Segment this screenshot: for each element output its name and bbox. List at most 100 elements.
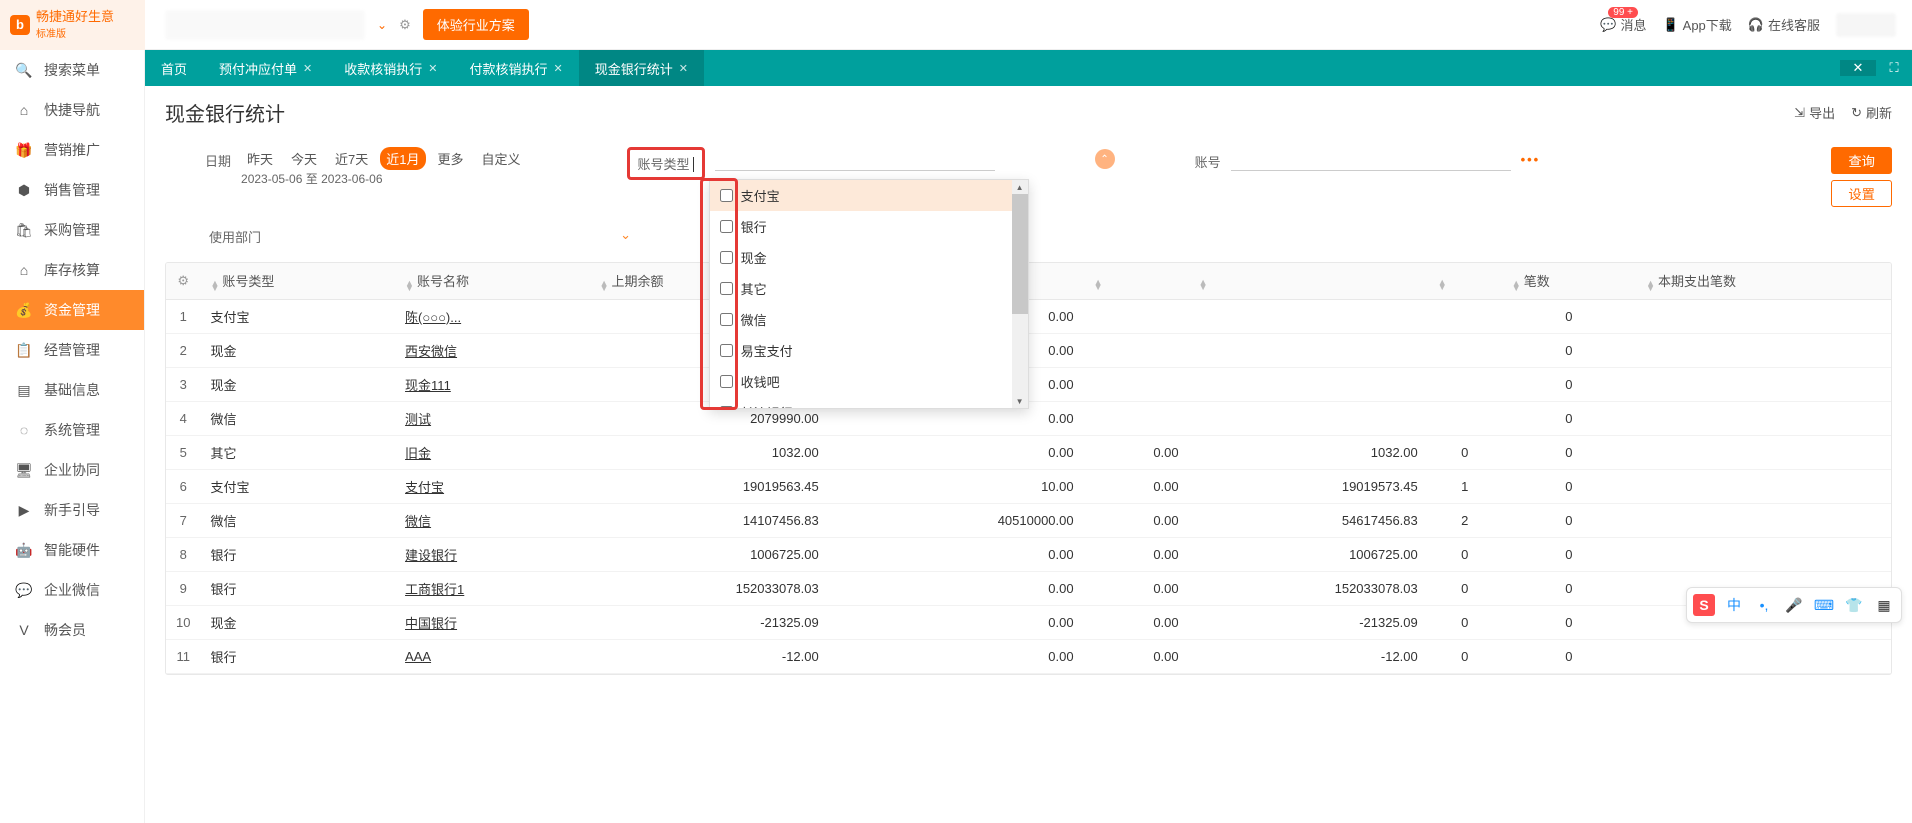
sidebar-item-6[interactable]: 💰资金管理 — [0, 290, 144, 330]
sidebar-item-4[interactable]: 🛍采购管理 — [0, 210, 144, 250]
close-icon[interactable]: ✕ — [554, 62, 563, 75]
date-opt-3[interactable]: 近1月 — [380, 147, 425, 170]
date-opt-4[interactable]: 更多 — [432, 147, 470, 170]
ime-keyboard-icon[interactable]: ⌨ — [1813, 594, 1835, 616]
dropdown-item-7[interactable]: 长沙银行 — [710, 397, 1012, 408]
scroll-down-icon[interactable]: ▼ — [1012, 394, 1028, 408]
acct-no-input[interactable] — [1231, 147, 1511, 171]
acct-name-link[interactable]: 工商银行1 — [405, 582, 464, 597]
sort-icon[interactable]: ▲▼ — [1199, 280, 1208, 290]
column-header-6[interactable]: ▲▼ — [1428, 263, 1502, 300]
date-opt-2[interactable]: 近7天 — [329, 147, 374, 170]
tab-1[interactable]: 预付冲应付单✕ — [203, 50, 328, 86]
dropdown-item-6[interactable]: 收钱吧 — [710, 366, 1012, 397]
ime-punct-icon[interactable]: •, — [1753, 594, 1775, 616]
acct-name-link[interactable]: 建设银行 — [405, 548, 457, 563]
sidebar-item-14[interactable]: V畅会员 — [0, 610, 144, 650]
acct-name-link[interactable]: 中国银行 — [405, 616, 457, 631]
sort-icon[interactable]: ▲▼ — [210, 281, 219, 291]
column-header-0[interactable]: ▲▼账号类型 — [200, 263, 395, 300]
tab-0[interactable]: 首页 — [145, 50, 203, 86]
sidebar-item-3[interactable]: ⬢销售管理 — [0, 170, 144, 210]
dept-select[interactable]: ⌄ — [271, 227, 631, 243]
chevron-down-icon[interactable]: ⌄ — [377, 18, 387, 32]
sidebar-item-8[interactable]: ▤基础信息 — [0, 370, 144, 410]
dropdown-item-5[interactable]: 易宝支付 — [710, 335, 1012, 366]
sidebar-item-11[interactable]: ▶新手引导 — [0, 490, 144, 530]
messages-link[interactable]: 💬 99 + 消息 — [1600, 15, 1646, 34]
more-dots-icon[interactable]: ••• — [1521, 152, 1541, 167]
filter-settings-button[interactable]: 设置 — [1831, 180, 1892, 207]
acct-type-input[interactable] — [715, 147, 995, 171]
sort-icon[interactable]: ▲▼ — [1646, 281, 1655, 291]
industry-button[interactable]: 体验行业方案 — [423, 9, 529, 40]
date-opt-0[interactable]: 昨天 — [241, 147, 279, 170]
sidebar-item-12[interactable]: 🤖智能硬件 — [0, 530, 144, 570]
export-button[interactable]: ⇲导出 — [1794, 103, 1835, 122]
ime-logo-icon[interactable]: S — [1693, 594, 1715, 616]
sidebar-item-0[interactable]: 🔍搜索菜单 — [0, 50, 144, 90]
tab-4[interactable]: 现金银行统计✕ — [579, 50, 704, 86]
sidebar-item-13[interactable]: 💬企业微信 — [0, 570, 144, 610]
dropdown-scrollbar[interactable]: ▲ ▼ — [1012, 180, 1028, 408]
acct-name-link[interactable]: 支付宝 — [405, 480, 444, 495]
refresh-button[interactable]: ↻刷新 — [1851, 103, 1892, 122]
sort-icon[interactable]: ▲▼ — [1094, 280, 1103, 290]
dropdown-checkbox[interactable] — [720, 251, 733, 264]
ime-skin-icon[interactable]: 👕 — [1843, 594, 1865, 616]
column-header-4[interactable]: ▲▼ — [1084, 263, 1189, 300]
sidebar-item-2[interactable]: 🎁营销推广 — [0, 130, 144, 170]
acct-name-link[interactable]: 旧金 — [405, 446, 431, 461]
close-icon[interactable]: ✕ — [679, 62, 688, 75]
sidebar-item-7[interactable]: 📋经营管理 — [0, 330, 144, 370]
date-opt-1[interactable]: 今天 — [285, 147, 323, 170]
ime-mic-icon[interactable]: 🎤 — [1783, 594, 1805, 616]
dropdown-checkbox[interactable] — [720, 189, 733, 202]
dropdown-item-2[interactable]: 现金 — [710, 242, 1012, 273]
query-button[interactable]: 查询 — [1831, 147, 1892, 174]
ime-grid-icon[interactable]: ▦ — [1873, 594, 1895, 616]
sort-icon[interactable]: ▲▼ — [1438, 280, 1447, 290]
table-settings-icon[interactable]: ⚙ — [166, 263, 200, 300]
sort-icon[interactable]: ▲▼ — [405, 281, 414, 291]
acct-name-link[interactable]: 现金111 — [405, 378, 451, 393]
dropdown-checkbox[interactable] — [720, 375, 733, 388]
app-download-link[interactable]: 📱 App下载 — [1662, 15, 1731, 34]
dropdown-checkbox[interactable] — [720, 220, 733, 233]
dropdown-item-4[interactable]: 微信 — [710, 304, 1012, 335]
dropdown-checkbox[interactable] — [720, 282, 733, 295]
acct-name-link[interactable]: 陈(○○○)... — [405, 310, 461, 325]
column-header-7[interactable]: ▲▼笔数 — [1502, 263, 1636, 300]
service-link[interactable]: 🎧 在线客服 — [1748, 15, 1820, 34]
dropdown-item-1[interactable]: 银行 — [710, 211, 1012, 242]
acct-name-link[interactable]: AAA — [405, 649, 431, 664]
sort-icon[interactable]: ▲▼ — [600, 281, 609, 291]
close-tab-icon[interactable]: ✕ — [1840, 60, 1876, 76]
dropdown-checkbox[interactable] — [720, 406, 733, 408]
ime-toolbar[interactable]: S 中 •, 🎤 ⌨ 👕 ▦ — [1686, 587, 1902, 623]
scroll-thumb[interactable] — [1012, 194, 1028, 314]
user-avatar-blurred[interactable] — [1836, 13, 1896, 37]
close-icon[interactable]: ✕ — [303, 62, 312, 75]
dropdown-item-0[interactable]: 支付宝 — [710, 180, 1012, 211]
collapse-icon[interactable]: ⌃ — [1095, 149, 1115, 169]
tab-2[interactable]: 收款核销执行✕ — [328, 50, 453, 86]
scroll-up-icon[interactable]: ▲ — [1012, 180, 1028, 194]
fullscreen-icon[interactable]: ⛶ — [1876, 60, 1912, 76]
acct-name-link[interactable]: 微信 — [405, 514, 431, 529]
sidebar-item-10[interactable]: 🖥企业协同 — [0, 450, 144, 490]
sidebar-item-5[interactable]: ⌂库存核算 — [0, 250, 144, 290]
company-selector-blurred[interactable] — [165, 10, 365, 40]
ime-lang-icon[interactable]: 中 — [1723, 594, 1745, 616]
acct-name-link[interactable]: 测试 — [405, 412, 431, 427]
column-header-1[interactable]: ▲▼账号名称 — [395, 263, 590, 300]
dropdown-checkbox[interactable] — [720, 344, 733, 357]
scroll-track[interactable] — [1012, 194, 1028, 394]
sidebar-item-1[interactable]: ⌂快捷导航 — [0, 90, 144, 130]
close-icon[interactable]: ✕ — [428, 62, 437, 75]
column-header-5[interactable]: ▲▼ — [1189, 263, 1428, 300]
gear-icon[interactable]: ⚙ — [399, 17, 411, 33]
column-header-8[interactable]: ▲▼本期支出笔数 — [1636, 263, 1891, 300]
tab-3[interactable]: 付款核销执行✕ — [453, 50, 578, 86]
date-opt-5[interactable]: 自定义 — [476, 147, 527, 170]
